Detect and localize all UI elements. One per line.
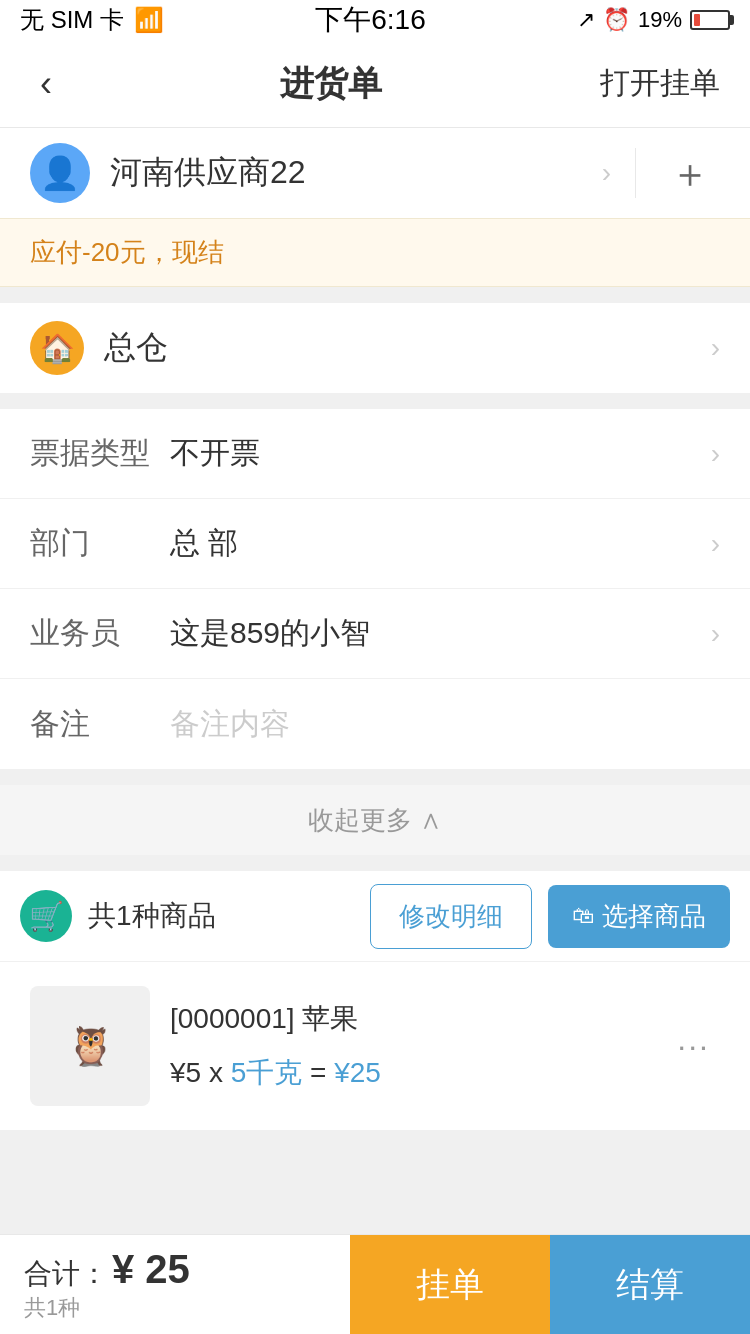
alarm-icon: ⏰ — [603, 7, 630, 33]
remark-label: 备注 — [30, 704, 160, 745]
product-count-icon: 🛒 — [20, 890, 72, 942]
ticket-type-label: 票据类型 — [30, 433, 160, 474]
edit-detail-button[interactable]: 修改明细 — [370, 884, 532, 949]
product-unit-price: ¥5 — [170, 1057, 201, 1088]
suspend-label: 挂单 — [416, 1262, 484, 1308]
alert-banner: 应付-20元，现结 — [0, 218, 750, 287]
select-product-icon: 🛍 — [572, 903, 594, 929]
total-count: 共1种 — [24, 1293, 326, 1323]
content-area: 👤 河南供应商22 › ＋ 应付-20元，现结 🏠 总仓 › 票据类型 不开票 … — [0, 128, 750, 1256]
department-row[interactable]: 部门 总 部 › — [0, 499, 750, 589]
product-item: 🦉 [0000001] 苹果 ¥5 x 5千克 = ¥25 ··· — [0, 961, 750, 1130]
page-title: 进货单 — [280, 61, 382, 107]
status-right: ↗ ⏰ 19% — [577, 7, 730, 33]
product-count-text: 共1种商品 — [88, 897, 354, 935]
product-info: [0000001] 苹果 ¥5 x 5千克 = ¥25 — [170, 1000, 647, 1092]
supplier-name: 河南供应商22 — [110, 151, 602, 195]
ticket-type-value: 不开票 — [170, 433, 711, 474]
product-equals-icon: = — [310, 1057, 334, 1088]
warehouse-card: 🏠 总仓 › — [0, 303, 750, 393]
supplier-card: 👤 河南供应商22 › ＋ 应付-20元，现结 — [0, 128, 750, 287]
select-product-button[interactable]: 🛍 选择商品 — [548, 885, 730, 948]
total-section: 合计： ¥ 25 共1种 — [0, 1247, 350, 1323]
department-label: 部门 — [30, 523, 160, 564]
settle-label: 结算 — [616, 1262, 684, 1308]
product-title: 苹果 — [302, 1003, 358, 1034]
supplier-chevron-icon: › — [602, 157, 611, 189]
department-value: 总 部 — [170, 523, 711, 564]
product-code: [0000001] — [170, 1003, 295, 1034]
status-left: 无 SIM 卡 📶 — [20, 4, 164, 36]
nav-bar: ‹ 进货单 打开挂单 — [0, 40, 750, 128]
status-bar: 无 SIM 卡 📶 下午6:16 ↗ ⏰ 19% — [0, 0, 750, 40]
total-amount: ¥ 25 — [112, 1247, 190, 1292]
product-quantity: 5千克 — [231, 1057, 303, 1088]
remark-input[interactable]: 备注内容 — [170, 704, 720, 745]
battery-percent: 19% — [638, 7, 682, 33]
bottom-bar: 合计： ¥ 25 共1种 挂单 结算 — [0, 1234, 750, 1334]
warehouse-icon: 🏠 — [30, 321, 84, 375]
salesperson-value: 这是859的小智 — [170, 613, 711, 654]
warehouse-row[interactable]: 🏠 总仓 › — [0, 303, 750, 393]
carrier-text: 无 SIM 卡 — [20, 4, 124, 36]
settle-button[interactable]: 结算 — [550, 1235, 750, 1335]
salesperson-label: 业务员 — [30, 613, 160, 654]
time-display: 下午6:16 — [315, 1, 426, 39]
department-chevron-icon: › — [711, 528, 720, 560]
location-icon: ↗ — [577, 7, 595, 33]
ticket-type-chevron-icon: › — [711, 438, 720, 470]
product-total: ¥25 — [334, 1057, 381, 1088]
total-label: 合计： — [24, 1255, 108, 1293]
products-header: 🛒 共1种商品 修改明细 🛍 选择商品 — [0, 871, 750, 961]
product-price-row: ¥5 x 5千克 = ¥25 — [170, 1054, 647, 1092]
vertical-divider — [635, 148, 636, 198]
supplier-avatar: 👤 — [30, 143, 90, 203]
product-multiply-icon: x — [209, 1057, 231, 1088]
product-more-button[interactable]: ··· — [667, 1018, 720, 1075]
warehouse-name: 总仓 — [104, 326, 711, 370]
product-name: [0000001] 苹果 — [170, 1000, 647, 1038]
open-pending-button[interactable]: 打开挂单 — [600, 63, 720, 104]
supplier-row[interactable]: 👤 河南供应商22 › ＋ — [0, 128, 750, 218]
battery-icon — [690, 10, 730, 30]
products-card: 🛒 共1种商品 修改明细 🛍 选择商品 🦉 [0000001] 苹果 ¥5 — [0, 871, 750, 1130]
salesperson-row[interactable]: 业务员 这是859的小智 › — [0, 589, 750, 679]
owl-logo-icon: 🦉 — [67, 1024, 114, 1068]
collapse-bar[interactable]: 收起更多 ∧ — [0, 785, 750, 855]
remark-row[interactable]: 备注 备注内容 — [0, 679, 750, 769]
suspend-button[interactable]: 挂单 — [350, 1235, 550, 1335]
select-product-label: 选择商品 — [602, 899, 706, 934]
wifi-icon: 📶 — [134, 6, 164, 34]
salesperson-chevron-icon: › — [711, 618, 720, 650]
product-thumbnail: 🦉 — [30, 986, 150, 1106]
ticket-type-row[interactable]: 票据类型 不开票 › — [0, 409, 750, 499]
avatar-icon: 👤 — [40, 154, 80, 192]
collapse-label: 收起更多 ∧ — [308, 803, 441, 838]
warehouse-chevron-icon: › — [711, 332, 720, 364]
add-button[interactable]: ＋ — [660, 136, 720, 211]
fields-card: 票据类型 不开票 › 部门 总 部 › 业务员 这是859的小智 › 备注 备注… — [0, 409, 750, 769]
total-row: 合计： ¥ 25 — [24, 1247, 326, 1293]
back-button[interactable]: ‹ — [30, 53, 62, 115]
